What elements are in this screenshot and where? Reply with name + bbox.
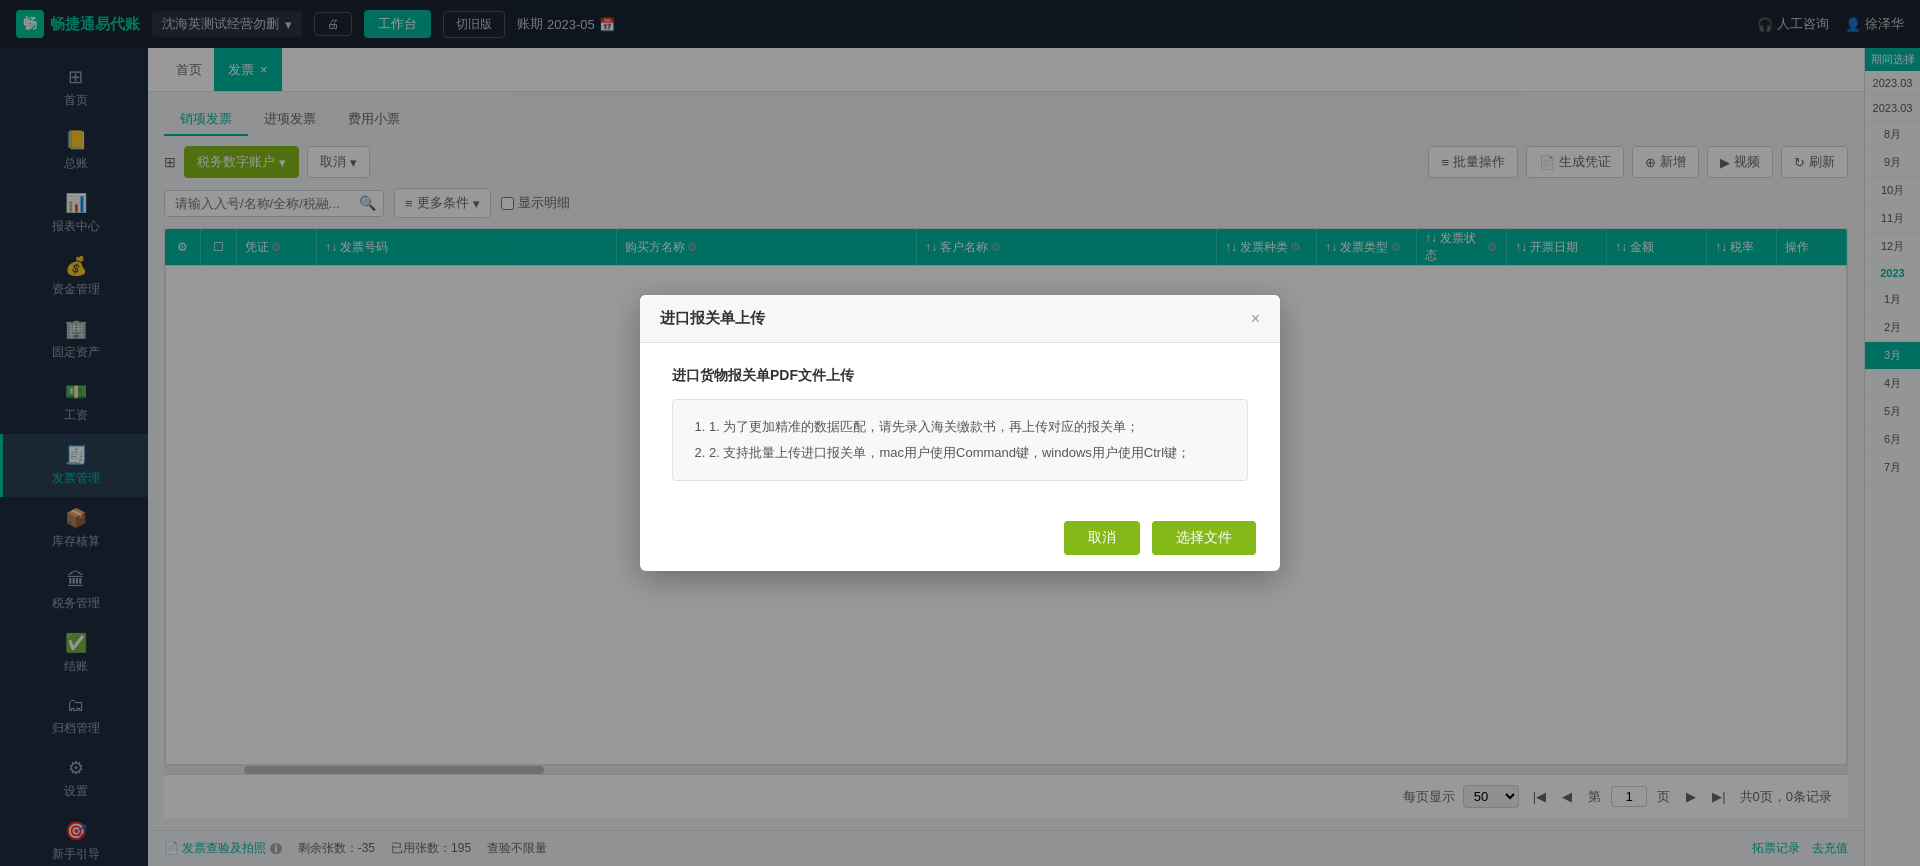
- modal-title: 进口报关单上传: [660, 309, 765, 328]
- modal-info-1: 1. 为了更加精准的数据匹配，请先录入海关缴款书，再上传对应的报关单；: [709, 414, 1229, 440]
- import-customs-modal: 进口报关单上传 × 进口货物报关单PDF文件上传 1. 为了更加精准的数据匹配，…: [640, 295, 1280, 571]
- modal-header: 进口报关单上传 ×: [640, 295, 1280, 343]
- modal-select-file-btn[interactable]: 选择文件: [1152, 521, 1256, 555]
- modal-footer: 取消 选择文件: [640, 505, 1280, 571]
- modal-section-title: 进口货物报关单PDF文件上传: [672, 367, 1248, 385]
- modal-info-box: 1. 为了更加精准的数据匹配，请先录入海关缴款书，再上传对应的报关单； 2. 支…: [672, 399, 1248, 481]
- modal-close-btn[interactable]: ×: [1251, 310, 1260, 328]
- modal-body: 进口货物报关单PDF文件上传 1. 为了更加精准的数据匹配，请先录入海关缴款书，…: [640, 343, 1280, 505]
- modal-info-2: 2. 支持批量上传进口报关单，mac用户使用Command键，windows用户…: [709, 440, 1229, 466]
- modal-cancel-btn[interactable]: 取消: [1064, 521, 1140, 555]
- modal-overlay: 进口报关单上传 × 进口货物报关单PDF文件上传 1. 为了更加精准的数据匹配，…: [0, 0, 1920, 866]
